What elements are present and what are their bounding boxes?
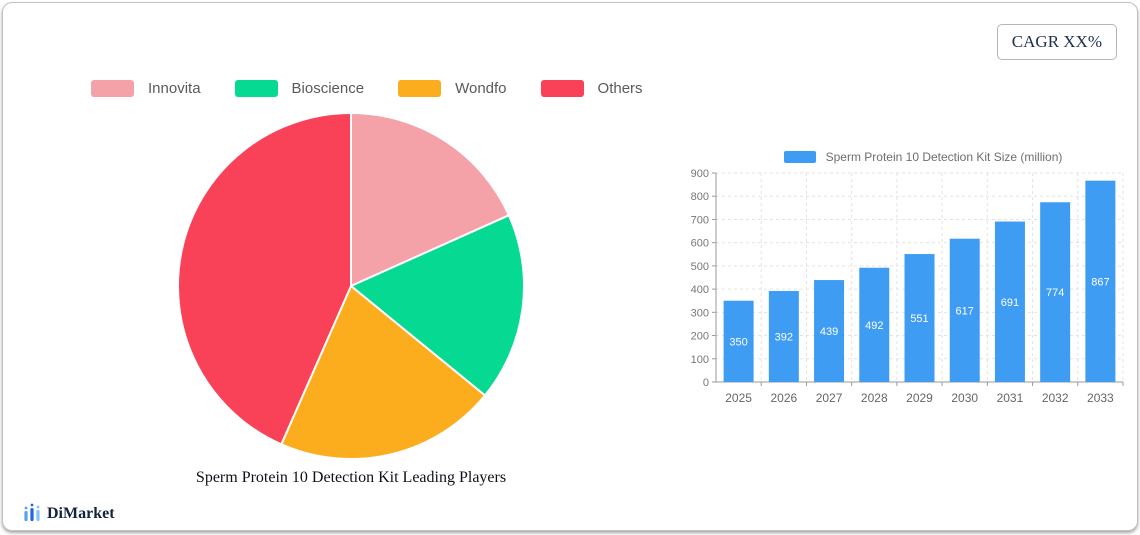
legend-label: Innovita xyxy=(148,80,201,97)
legend-label: Bioscience xyxy=(291,80,365,97)
x-category-label: 2031 xyxy=(997,391,1024,405)
x-category-label: 2026 xyxy=(770,391,797,405)
y-tick-label: 900 xyxy=(691,168,709,180)
pie-chart xyxy=(177,112,525,460)
cagr-label: CAGR XX% xyxy=(1011,32,1102,51)
bar-legend: Sperm Protein 10 Detection Kit Size (mil… xyxy=(703,150,1137,164)
legend-swatch xyxy=(398,80,442,97)
cagr-badge: CAGR XX% xyxy=(996,24,1117,60)
legend-swatch xyxy=(540,80,584,97)
bar-chart-logo-icon xyxy=(24,503,40,521)
x-category-label: 2025 xyxy=(725,391,752,405)
pie-legend: Innovita Bioscience Wondfo Others xyxy=(91,80,643,97)
legend-label: Wondfo xyxy=(455,80,507,97)
y-tick-label: 400 xyxy=(691,284,709,296)
bar-legend-swatch[interactable] xyxy=(783,151,816,163)
brand-logo: DiMarket xyxy=(23,503,115,523)
y-tick-label: 100 xyxy=(691,354,709,366)
legend-item-innovita[interactable]: Innovita xyxy=(91,80,201,97)
x-category-label: 2029 xyxy=(906,391,933,405)
bar-value-label: 774 xyxy=(1046,287,1064,299)
legend-swatch xyxy=(234,80,278,97)
bar-value-label: 439 xyxy=(820,326,838,338)
y-tick-label: 600 xyxy=(691,238,709,250)
legend-label: Others xyxy=(597,80,643,97)
bar-value-label: 867 xyxy=(1091,276,1109,288)
legend-item-others[interactable]: Others xyxy=(540,80,643,97)
bar-value-label: 691 xyxy=(1001,297,1019,309)
bar-value-label: 551 xyxy=(910,313,928,325)
bar-value-label: 492 xyxy=(865,320,883,332)
x-category-label: 2032 xyxy=(1042,391,1069,405)
y-tick-label: 300 xyxy=(691,307,709,319)
y-tick-label: 500 xyxy=(691,261,709,273)
legend-item-wondfo[interactable]: Wondfo xyxy=(398,80,507,97)
bar-value-label: 350 xyxy=(729,336,747,348)
bar-value-label: 392 xyxy=(775,331,793,343)
y-tick-label: 700 xyxy=(691,214,709,226)
brand-name: DiMarket xyxy=(47,505,115,522)
pie-chart-title: Sperm Protein 10 Detection Kit Leading P… xyxy=(195,469,507,486)
bar-value-label: 617 xyxy=(956,305,974,317)
legend-item-bioscience[interactable]: Bioscience xyxy=(234,80,365,97)
x-category-label: 2033 xyxy=(1087,391,1114,405)
x-category-label: 2027 xyxy=(816,391,843,405)
legend-swatch xyxy=(91,80,134,97)
bar-chart: 0 100 200 300 400 500 600 700 800 900 350 2025 392 20… xyxy=(691,168,1124,405)
y-tick-label: 0 xyxy=(703,377,709,389)
x-category-label: 2028 xyxy=(861,391,888,405)
y-tick-label: 800 xyxy=(691,191,709,203)
bar-legend-label: Sperm Protein 10 Detection Kit Size (mil… xyxy=(825,150,1063,164)
y-tick-label: 200 xyxy=(691,331,709,343)
x-category-label: 2030 xyxy=(951,391,978,405)
report-card: CAGR XX% Innovita Bioscience Wondfo Others … xyxy=(2,2,1138,531)
